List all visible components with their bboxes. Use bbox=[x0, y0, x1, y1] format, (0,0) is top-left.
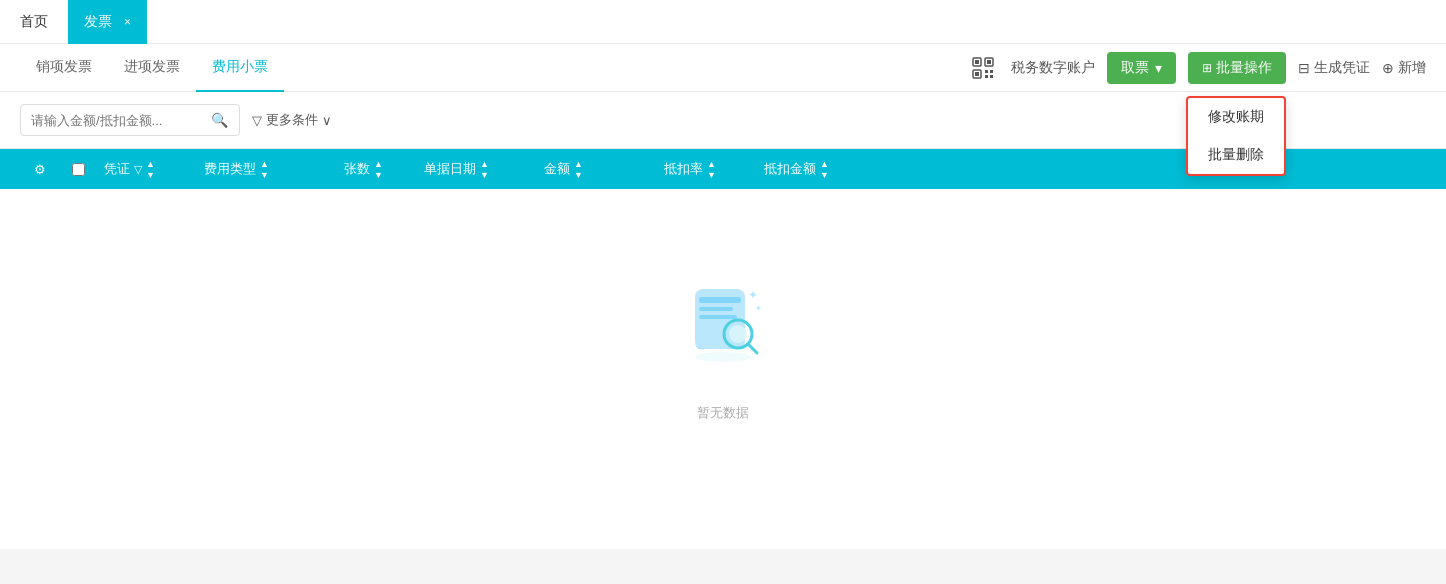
svg-text:✦: ✦ bbox=[755, 304, 762, 313]
voucher-label: 生成凭证 bbox=[1314, 59, 1370, 77]
sort-down-icon: ▼ bbox=[707, 170, 716, 180]
voucher-icon: ⊟ bbox=[1298, 60, 1310, 76]
more-filter-label: 更多条件 bbox=[266, 111, 318, 129]
close-tab-button[interactable]: × bbox=[124, 15, 131, 29]
svg-point-16 bbox=[729, 325, 747, 343]
content-area: ⚙ 凭证 ▽ ▲ ▼ 费用类型 ▲ ▼ 张数 ▲ ▼ bbox=[0, 149, 1446, 549]
count-sort[interactable]: ▲ ▼ bbox=[374, 159, 383, 180]
amount-sort[interactable]: ▲ ▼ bbox=[574, 159, 583, 180]
sort-up-icon: ▲ bbox=[260, 159, 269, 169]
sort-up-icon: ▲ bbox=[374, 159, 383, 169]
sort-up-icon: ▲ bbox=[146, 159, 155, 169]
add-label: 新增 bbox=[1398, 59, 1426, 77]
batch-container: ⊞ 批量操作 修改账期 批量删除 bbox=[1188, 52, 1286, 84]
empty-icon: ✦ ✦ bbox=[673, 269, 773, 388]
th-count-label: 张数 bbox=[344, 160, 370, 178]
more-filter-button[interactable]: ▽ 更多条件 ∨ bbox=[252, 111, 332, 129]
invoice-tab[interactable]: 发票 × bbox=[68, 0, 147, 44]
svg-rect-14 bbox=[699, 315, 737, 319]
th-deduct-rate-label: 抵扣率 bbox=[664, 160, 703, 178]
th-deduct-rate: 抵扣率 ▲ ▼ bbox=[656, 159, 756, 180]
th-expense-type-label: 费用类型 bbox=[204, 160, 256, 178]
empty-state: ✦ ✦ 暂无数据 bbox=[0, 189, 1446, 502]
voucher-filter-icon[interactable]: ▽ bbox=[134, 163, 142, 176]
th-voucher: 凭证 ▽ ▲ ▼ bbox=[96, 159, 196, 180]
select-all-checkbox[interactable] bbox=[72, 163, 85, 176]
tax-account-button[interactable]: 税务数字账户 bbox=[1011, 59, 1095, 77]
modify-period-item[interactable]: 修改账期 bbox=[1188, 98, 1284, 136]
svg-rect-7 bbox=[990, 70, 993, 73]
svg-text:✦: ✦ bbox=[748, 288, 758, 302]
svg-rect-8 bbox=[985, 75, 988, 78]
th-date: 单据日期 ▲ ▼ bbox=[416, 159, 536, 180]
svg-rect-12 bbox=[699, 297, 741, 303]
take-label: 取票 bbox=[1121, 59, 1149, 77]
sort-down-icon: ▼ bbox=[146, 170, 155, 180]
sort-down-icon: ▼ bbox=[480, 170, 489, 180]
sub-nav-purchase[interactable]: 进项发票 bbox=[108, 44, 196, 92]
th-amount: 金额 ▲ ▼ bbox=[536, 159, 656, 180]
deduct-rate-sort[interactable]: ▲ ▼ bbox=[707, 159, 716, 180]
invoice-tab-label: 发票 bbox=[84, 13, 112, 31]
svg-rect-9 bbox=[990, 75, 993, 78]
sort-down-icon: ▼ bbox=[820, 170, 829, 180]
svg-point-10 bbox=[695, 352, 751, 362]
sort-down-icon: ▼ bbox=[374, 170, 383, 180]
deduct-amount-sort[interactable]: ▲ ▼ bbox=[820, 159, 829, 180]
empty-label: 暂无数据 bbox=[697, 404, 749, 422]
home-tab[interactable]: 首页 bbox=[0, 13, 68, 31]
svg-rect-5 bbox=[975, 72, 979, 76]
th-voucher-label: 凭证 bbox=[104, 160, 130, 178]
svg-rect-3 bbox=[987, 60, 991, 64]
filter-icon: ▽ bbox=[252, 113, 262, 128]
sub-nav-sales[interactable]: 销项发票 bbox=[20, 44, 108, 92]
th-expense-type: 费用类型 ▲ ▼ bbox=[196, 159, 336, 180]
batch-delete-item[interactable]: 批量删除 bbox=[1188, 136, 1284, 174]
date-sort[interactable]: ▲ ▼ bbox=[480, 159, 489, 180]
th-count: 张数 ▲ ▼ bbox=[336, 159, 416, 180]
th-checkbox[interactable] bbox=[60, 163, 96, 176]
batch-label: 批量操作 bbox=[1216, 59, 1272, 77]
sort-down-icon: ▼ bbox=[260, 170, 269, 180]
top-nav: 首页 发票 × bbox=[0, 0, 1446, 44]
batch-button[interactable]: ⊞ 批量操作 bbox=[1188, 52, 1286, 84]
voucher-button[interactable]: ⊟ 生成凭证 bbox=[1298, 59, 1370, 77]
sort-up-icon: ▲ bbox=[820, 159, 829, 169]
more-filter-arrow-icon: ∨ bbox=[322, 113, 332, 128]
take-arrow-icon: ▾ bbox=[1155, 60, 1162, 76]
th-date-label: 单据日期 bbox=[424, 160, 476, 178]
svg-rect-13 bbox=[699, 307, 733, 311]
sub-nav-expense[interactable]: 费用小票 bbox=[196, 44, 284, 92]
toolbar: 税务数字账户 取票 ▾ ⊞ 批量操作 修改账期 批量删除 ⊟ 生成凭证 ⊕ bbox=[947, 44, 1446, 92]
batch-dropdown-menu: 修改账期 批量删除 bbox=[1186, 96, 1286, 176]
sort-down-icon: ▼ bbox=[574, 170, 583, 180]
th-deduct-amount-label: 抵扣金额 bbox=[764, 160, 816, 178]
add-button[interactable]: ⊕ 新增 bbox=[1382, 59, 1426, 77]
th-gear[interactable]: ⚙ bbox=[20, 162, 60, 177]
sort-up-icon: ▲ bbox=[707, 159, 716, 169]
settings-icon: ⚙ bbox=[34, 162, 46, 177]
voucher-sort[interactable]: ▲ ▼ bbox=[146, 159, 155, 180]
search-box[interactable]: 🔍 bbox=[20, 104, 240, 136]
sort-up-icon: ▲ bbox=[480, 159, 489, 169]
expense-type-sort[interactable]: ▲ ▼ bbox=[260, 159, 269, 180]
qr-button[interactable] bbox=[967, 52, 999, 84]
svg-line-17 bbox=[748, 344, 757, 353]
search-input[interactable] bbox=[31, 113, 211, 128]
take-button[interactable]: 取票 ▾ bbox=[1107, 52, 1176, 84]
search-icon[interactable]: 🔍 bbox=[211, 112, 228, 128]
sort-up-icon: ▲ bbox=[574, 159, 583, 169]
th-amount-label: 金额 bbox=[544, 160, 570, 178]
th-deduct-amount: 抵扣金额 ▲ ▼ bbox=[756, 159, 1426, 180]
sub-nav: 销项发票 进项发票 费用小票 税务数字账户 取票 bbox=[0, 44, 1446, 92]
svg-rect-1 bbox=[975, 60, 979, 64]
svg-rect-6 bbox=[985, 70, 988, 73]
add-icon: ⊕ bbox=[1382, 60, 1394, 76]
